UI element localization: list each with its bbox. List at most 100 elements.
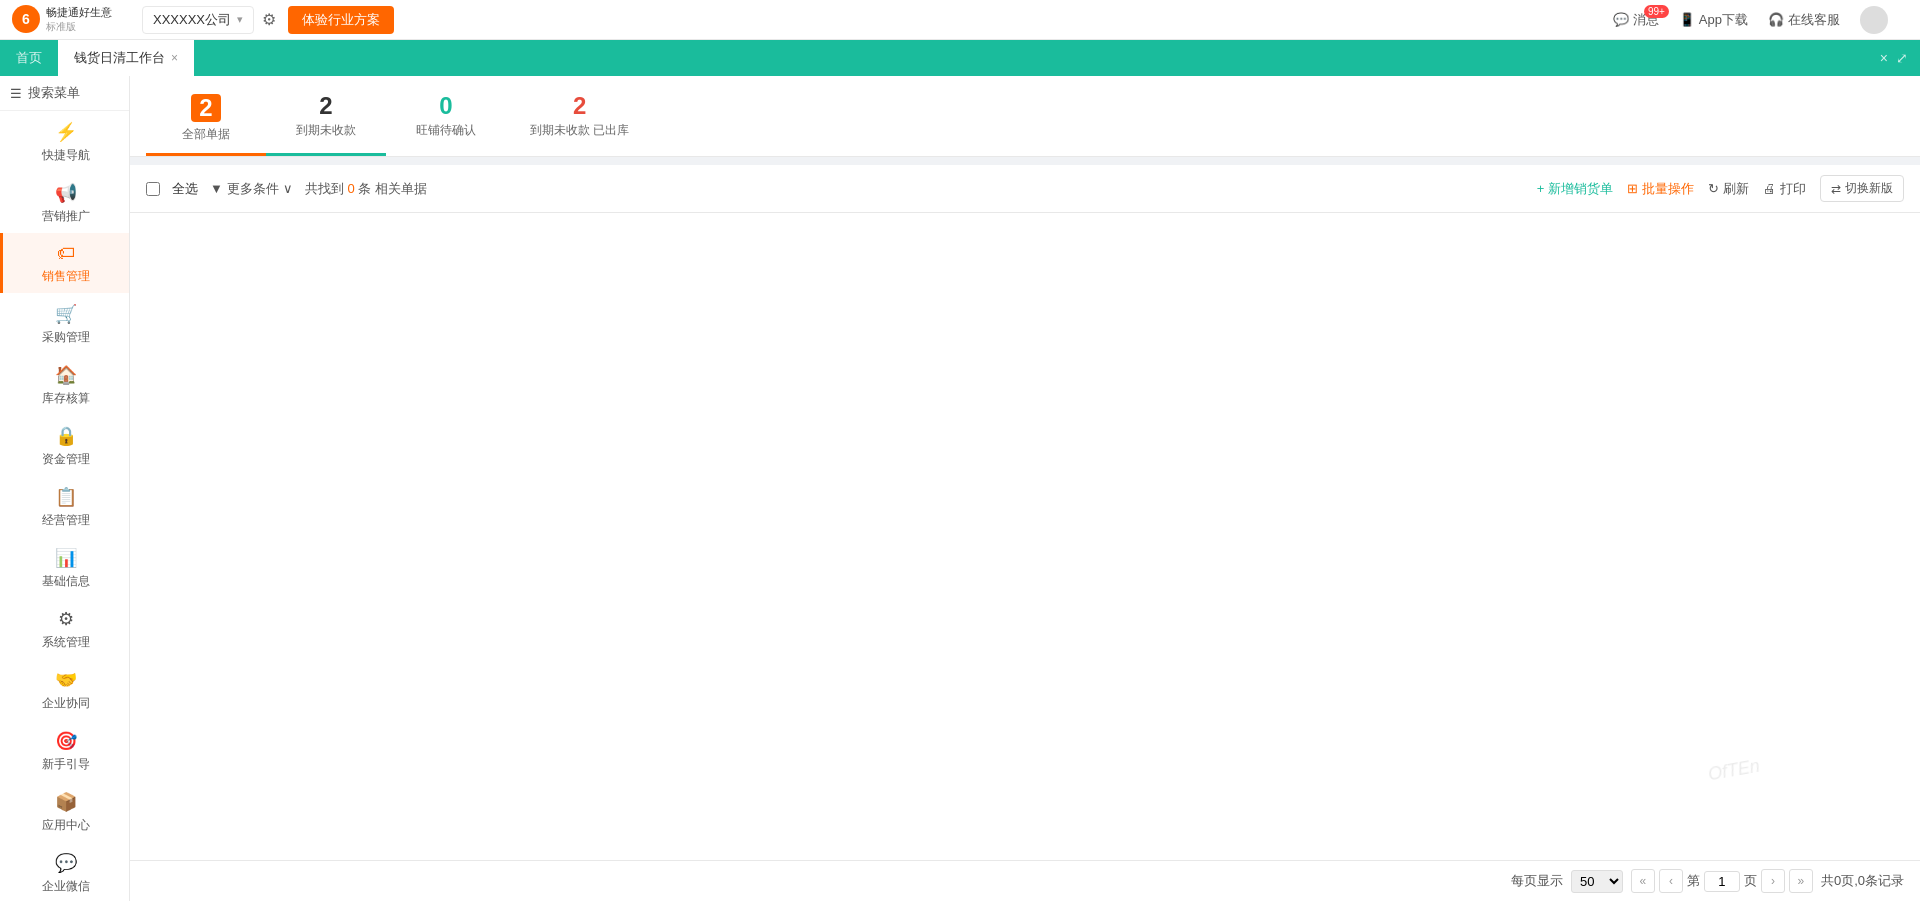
sales-label: 销售管理 bbox=[42, 268, 90, 285]
page-input[interactable] bbox=[1704, 871, 1740, 892]
per-page-label: 每页显示 bbox=[1511, 872, 1563, 890]
stat-tab-overdue[interactable]: 2 到期未收款 bbox=[266, 88, 386, 156]
inventory-icon: 🏠 bbox=[55, 364, 77, 386]
refresh-icon: ↻ bbox=[1708, 181, 1719, 196]
stats-tabs-row: 2 全部单据 2 到期未收款 0 旺铺待确认 2 到期未收款 已出库 bbox=[146, 88, 1904, 156]
stat-tab-all[interactable]: 2 全部单据 bbox=[146, 88, 266, 156]
filter-button[interactable]: ▼ 更多条件 ∨ bbox=[210, 180, 293, 198]
next-page-button[interactable]: › bbox=[1761, 869, 1785, 893]
found-related: 相关单据 bbox=[375, 181, 427, 196]
operations-label: 经营管理 bbox=[42, 512, 90, 529]
logo-brand: 畅捷通好生意 bbox=[46, 5, 112, 19]
batch-operation-button[interactable]: ⊞ 批量操作 bbox=[1627, 180, 1694, 198]
sidebar-item-system[interactable]: ⚙ 系统管理 bbox=[0, 598, 129, 659]
online-service-item[interactable]: 🎧 在线客服 bbox=[1768, 11, 1840, 29]
page-unit: 页 bbox=[1744, 872, 1757, 890]
nav-tabs: 首页 钱货日清工作台 × × ⤢ bbox=[0, 40, 1920, 76]
service-icon: 🎧 bbox=[1768, 12, 1784, 27]
prev-page-button[interactable]: ‹ bbox=[1659, 869, 1683, 893]
stat-tab-overdue-shipped[interactable]: 2 到期未收款 已出库 bbox=[506, 88, 653, 156]
print-button[interactable]: 🖨 打印 bbox=[1763, 180, 1806, 198]
guide-icon: 🎯 bbox=[55, 730, 77, 752]
sidebar-item-app-center[interactable]: 📦 应用中心 bbox=[0, 781, 129, 842]
message-item[interactable]: 💬 消息 99+ bbox=[1613, 11, 1659, 29]
logo-tag: 标准版 bbox=[46, 20, 112, 34]
base-info-label: 基础信息 bbox=[42, 573, 90, 590]
finance-icon: 🔒 bbox=[55, 425, 77, 447]
online-service-label: 在线客服 bbox=[1788, 11, 1840, 29]
sidebar-item-operations[interactable]: 📋 经营管理 bbox=[0, 476, 129, 537]
sidebar: ☰ 搜索菜单 ⚡ 快捷导航 📢 营销推广 🏷 销售管理 🛒 采购管理 🏠 库存核… bbox=[0, 76, 130, 901]
sidebar-item-quick-nav[interactable]: ⚡ 快捷导航 bbox=[0, 111, 129, 172]
nav-tab-actions: × ⤢ bbox=[1880, 50, 1920, 66]
base-info-icon: 📊 bbox=[55, 547, 77, 569]
finance-label: 资金管理 bbox=[42, 451, 90, 468]
operations-icon: 📋 bbox=[55, 486, 77, 508]
page-label: 第 bbox=[1687, 872, 1700, 890]
sidebar-item-finance[interactable]: 🔒 资金管理 bbox=[0, 415, 129, 476]
last-page-button[interactable]: » bbox=[1789, 869, 1813, 893]
message-icon: 💬 bbox=[1613, 12, 1629, 27]
stat-label-overdue: 到期未收款 bbox=[296, 122, 356, 139]
tab-active[interactable]: 钱货日清工作台 × bbox=[58, 40, 194, 76]
refresh-label: 刷新 bbox=[1723, 180, 1749, 198]
tab-maximize-icon[interactable]: ⤢ bbox=[1896, 50, 1908, 66]
app-download-item[interactable]: 📱 App下载 bbox=[1679, 11, 1748, 29]
sidebar-item-guide[interactable]: 🎯 新手引导 bbox=[0, 720, 129, 781]
toolbar-right: + 新增销货单 ⊞ 批量操作 ↻ 刷新 🖨 打印 ⇄ 切换新版 bbox=[1537, 175, 1904, 202]
tab-minimize-icon[interactable]: × bbox=[1880, 50, 1888, 66]
stat-num-overdue: 2 bbox=[319, 94, 332, 118]
guide-label: 新手引导 bbox=[42, 756, 90, 773]
sidebar-item-marketing[interactable]: 📢 营销推广 bbox=[0, 172, 129, 233]
switch-icon: ⇄ bbox=[1831, 182, 1841, 196]
sidebar-item-base-info[interactable]: 📊 基础信息 bbox=[0, 537, 129, 598]
tab-home-label: 首页 bbox=[16, 49, 42, 67]
marketing-icon: 📢 bbox=[55, 182, 77, 204]
sidebar-item-wechat[interactable]: 💬 企业微信 bbox=[0, 842, 129, 901]
app-center-label: 应用中心 bbox=[42, 817, 90, 834]
select-all-label: 全选 bbox=[172, 180, 198, 198]
sales-icon: 🏷 bbox=[57, 243, 75, 264]
wechat-label: 企业微信 bbox=[42, 878, 90, 895]
search-icon: ☰ bbox=[10, 86, 22, 101]
purchase-icon: 🛒 bbox=[55, 303, 77, 325]
batch-label: 批量操作 bbox=[1642, 180, 1694, 198]
tab-home[interactable]: 首页 bbox=[0, 40, 58, 76]
per-page-select[interactable]: 50 100 200 bbox=[1571, 870, 1623, 893]
company-selector[interactable]: XXXXXX公司 ▾ bbox=[142, 6, 254, 34]
refresh-button[interactable]: ↻ 刷新 bbox=[1708, 180, 1749, 198]
pagination-bar: 每页显示 50 100 200 « ‹ 第 页 › » 共0页,0条记录 bbox=[130, 860, 1920, 901]
message-badge: 99+ bbox=[1644, 5, 1669, 18]
company-dropdown-arrow: ▾ bbox=[237, 13, 243, 26]
add-btn-label: + 新增销货单 bbox=[1537, 180, 1613, 198]
company-name: XXXXXX公司 bbox=[153, 11, 231, 29]
system-label: 系统管理 bbox=[42, 634, 90, 651]
sidebar-item-sales[interactable]: 🏷 销售管理 bbox=[0, 233, 129, 293]
app-download-label: App下载 bbox=[1699, 11, 1748, 29]
trial-button[interactable]: 体验行业方案 bbox=[288, 6, 394, 34]
table-area bbox=[130, 213, 1920, 860]
filter-label: 更多条件 bbox=[227, 180, 279, 198]
settings-icon[interactable]: ⚙ bbox=[262, 10, 276, 29]
toolbar: 全选 ▼ 更多条件 ∨ 共找到 0 条 相关单据 + 新增销货单 ⊞ 批量操作 bbox=[130, 165, 1920, 213]
switch-version-button[interactable]: ⇄ 切换新版 bbox=[1820, 175, 1904, 202]
sidebar-item-inventory[interactable]: 🏠 库存核算 bbox=[0, 354, 129, 415]
sidebar-item-enterprise[interactable]: 🤝 企业协同 bbox=[0, 659, 129, 720]
sidebar-item-purchase[interactable]: 🛒 采购管理 bbox=[0, 293, 129, 354]
tab-active-label: 钱货日清工作台 bbox=[74, 49, 165, 67]
download-icon: 📱 bbox=[1679, 12, 1695, 27]
first-page-button[interactable]: « bbox=[1631, 869, 1655, 893]
main-layout: ☰ 搜索菜单 ⚡ 快捷导航 📢 营销推广 🏷 销售管理 🛒 采购管理 🏠 库存核… bbox=[0, 76, 1920, 901]
tab-close-icon[interactable]: × bbox=[171, 51, 178, 65]
select-all-checkbox[interactable] bbox=[146, 182, 160, 196]
wechat-icon: 💬 bbox=[55, 852, 77, 874]
filter-icon: ▼ bbox=[210, 181, 223, 196]
stat-label-all: 全部单据 bbox=[182, 126, 230, 143]
avatar[interactable] bbox=[1860, 6, 1888, 34]
logo-icon: 6 bbox=[12, 5, 40, 33]
app-center-icon: 📦 bbox=[55, 791, 77, 813]
add-sale-button[interactable]: + 新增销货单 bbox=[1537, 180, 1613, 198]
sidebar-search[interactable]: ☰ 搜索菜单 bbox=[0, 76, 129, 111]
print-icon: 🖨 bbox=[1763, 181, 1776, 196]
stat-tab-wangpu[interactable]: 0 旺铺待确认 bbox=[386, 88, 506, 156]
